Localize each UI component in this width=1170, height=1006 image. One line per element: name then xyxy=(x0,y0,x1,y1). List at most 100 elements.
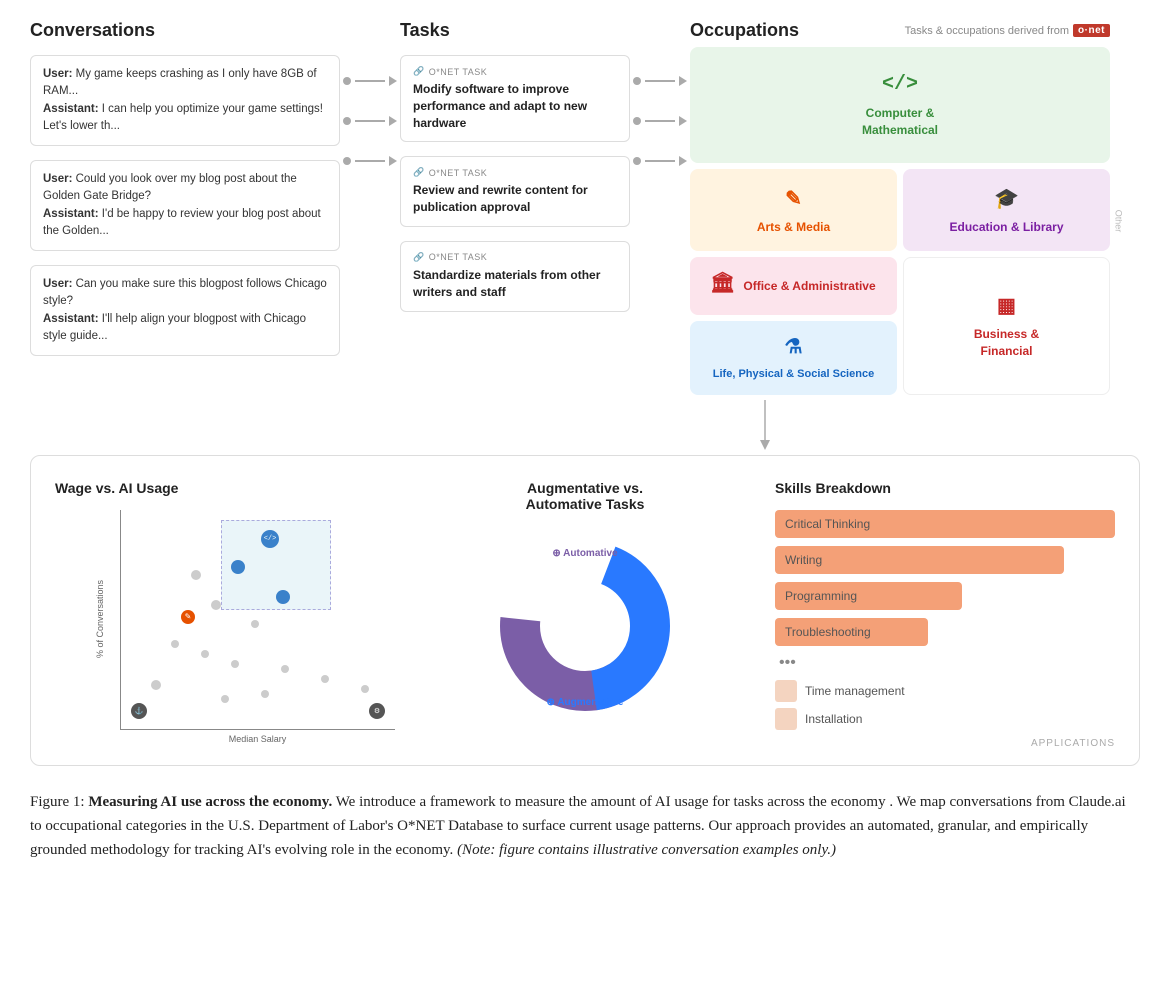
top-row: Conversations User: My game keeps crashi… xyxy=(30,20,1140,395)
skill-bar-critical: Critical Thinking xyxy=(775,510,1115,538)
conv-card-2: User: Could you look over my blog post a… xyxy=(30,160,340,251)
occ-label-arts: Arts & Media xyxy=(757,219,830,236)
sg2 xyxy=(211,600,221,610)
tline-1 xyxy=(645,80,675,82)
tasks-to-occ-arrows xyxy=(630,20,690,166)
arrowhead-2 xyxy=(389,116,397,126)
arrow-3 xyxy=(343,156,397,166)
occ-icon-arts: ✎ xyxy=(785,185,802,213)
main-diagram: Conversations User: My game keeps crashi… xyxy=(30,20,1140,766)
arrow-2 xyxy=(343,116,397,126)
aug-panel: Augmentative vs.Automative Tasks ⊕ Autom… xyxy=(415,480,755,749)
conv3-user-text: Can you make sure this blogpost follows … xyxy=(43,278,327,307)
conv-card-3: User: Can you make sure this blogpost fo… xyxy=(30,265,340,356)
skill-small-2: Installation xyxy=(775,708,1115,730)
skill-label-troubleshooting: Troubleshooting xyxy=(785,625,871,639)
skill-bar-troubleshooting: Troubleshooting xyxy=(775,618,928,646)
onet-attribution: Tasks & occupations derived from o·net xyxy=(905,24,1110,37)
occ-label-life: Life, Physical & Social Science xyxy=(713,367,874,382)
skill-label-critical: Critical Thinking xyxy=(785,517,870,531)
sg10 xyxy=(361,685,369,693)
task-card-2: 🔗 O*NET TASK Review and rewrite content … xyxy=(400,156,630,227)
scatter-icon-bottom-left: ⚓ xyxy=(131,703,147,719)
conv2-user-text: Could you look over my blog post about t… xyxy=(43,173,297,202)
scatter-y-label: % of Conversations xyxy=(95,580,105,658)
scatter-wrapper: % of Conversations </> ✎ xyxy=(120,510,395,744)
skill-sm-box-1 xyxy=(775,680,797,702)
arrow-1 xyxy=(343,76,397,86)
conv2-user-label: User: xyxy=(43,173,76,185)
conv-card-1: User: My game keeps crashing as I only h… xyxy=(30,55,340,146)
conversations-label: Conversations xyxy=(30,20,340,41)
occ-icon-education: 🎓 xyxy=(994,185,1019,213)
occ-grid: </> Computer &Mathematical ✎ Arts & Medi… xyxy=(690,47,1110,395)
conv3-assistant-label: Assistant: xyxy=(43,313,102,325)
sg7 xyxy=(281,665,289,673)
conv3-user-label: User: xyxy=(43,278,76,290)
skills-ellipsis: ••• xyxy=(779,654,1115,672)
sg9 xyxy=(151,680,161,690)
onet-logo: o·net xyxy=(1073,24,1110,37)
caption-figure-label: Figure 1: xyxy=(30,794,88,810)
skill-label-writing: Writing xyxy=(785,553,822,567)
caption-paragraph: Figure 1: Measuring AI use across the ec… xyxy=(30,790,1140,862)
skill-sm-label-2: Installation xyxy=(805,712,862,726)
occ-icon-life: ⚗ xyxy=(785,333,803,361)
tarrowhead-2 xyxy=(679,116,687,126)
tdot-2 xyxy=(633,117,641,125)
conv1-user-text: My game keeps crashing as I only have 8G… xyxy=(43,68,317,97)
occ-label-computer: Computer &Mathematical xyxy=(862,105,938,139)
task-badge-1: 🔗 O*NET TASK xyxy=(413,66,617,77)
task-icon-1: 🔗 xyxy=(413,66,425,77)
automative-label: ⊕ Automative xyxy=(552,548,617,559)
occupations-column: Occupations Tasks & occupations derived … xyxy=(690,20,1110,395)
scatter-area: % of Conversations </> ✎ xyxy=(120,510,395,730)
tdot-3 xyxy=(633,157,641,165)
scatter-x-label: Median Salary xyxy=(120,734,395,744)
donut-hole xyxy=(541,582,629,670)
conv1-assistant-label: Assistant: xyxy=(43,103,102,115)
augmentative-label: ⊕ Augmentative xyxy=(547,697,624,708)
occ-cell-education: 🎓 Education & Library xyxy=(903,169,1110,252)
scatter-icon-bottom-right: ⚙ xyxy=(369,703,385,719)
task-card-3: 🔗 O*NET TASK Standardize materials from … xyxy=(400,241,630,312)
sg3 xyxy=(251,620,259,628)
occ-label-education: Education & Library xyxy=(949,219,1063,236)
skills-panel: Skills Breakdown Critical Thinking Writi… xyxy=(775,480,1115,749)
task-icon-2: 🔗 xyxy=(413,167,425,178)
dot-3 xyxy=(343,157,351,165)
wage-panel: Wage vs. AI Usage % of Conversations </>… xyxy=(55,480,395,749)
donut-container: ⊕ Automative ⊕ Augmentative xyxy=(495,536,675,716)
occ-grid-wrapper: </> Computer &Mathematical ✎ Arts & Medi… xyxy=(690,47,1110,395)
sg8 xyxy=(321,675,329,683)
tarrow-2 xyxy=(633,116,687,126)
tarrow-3 xyxy=(633,156,687,166)
aug-panel-title: Augmentative vs.Automative Tasks xyxy=(526,480,645,512)
figure-caption: Figure 1: Measuring AI use across the ec… xyxy=(30,790,1140,862)
skills-panel-title: Skills Breakdown xyxy=(775,480,1115,496)
caption-italic-note: (Note: figure contains illustrative conv… xyxy=(457,842,836,858)
dot-2 xyxy=(343,117,351,125)
conversations-column: Conversations User: My game keeps crashi… xyxy=(30,20,340,370)
skill-sm-box-2 xyxy=(775,708,797,730)
occ-cell-business: ▦ Business &Financial xyxy=(903,257,1110,394)
occ-label-business: Business &Financial xyxy=(974,326,1039,360)
line-3 xyxy=(355,160,385,162)
occ-cell-life: ⚗ Life, Physical & Social Science xyxy=(690,321,897,394)
tasks-label: Tasks xyxy=(400,20,630,41)
sg6 xyxy=(231,660,239,668)
scatter-dot-arts: ✎ xyxy=(181,610,195,624)
task-badge-2: 🔗 O*NET TASK xyxy=(413,167,617,178)
conv-to-tasks-arrows xyxy=(340,20,400,166)
scatter-highlight xyxy=(221,520,331,610)
conv1-user-label: User: xyxy=(43,68,76,80)
task-title-1: Modify software to improve performance a… xyxy=(413,81,617,131)
conv2-assistant-label: Assistant: xyxy=(43,208,102,220)
arrowhead-3 xyxy=(389,156,397,166)
line-2 xyxy=(355,120,385,122)
task-badge-3: 🔗 O*NET TASK xyxy=(413,252,617,263)
tarrowhead-1 xyxy=(679,76,687,86)
donut-svg xyxy=(495,536,675,716)
sg4 xyxy=(171,640,179,648)
task-title-2: Review and rewrite content for publicati… xyxy=(413,182,617,216)
